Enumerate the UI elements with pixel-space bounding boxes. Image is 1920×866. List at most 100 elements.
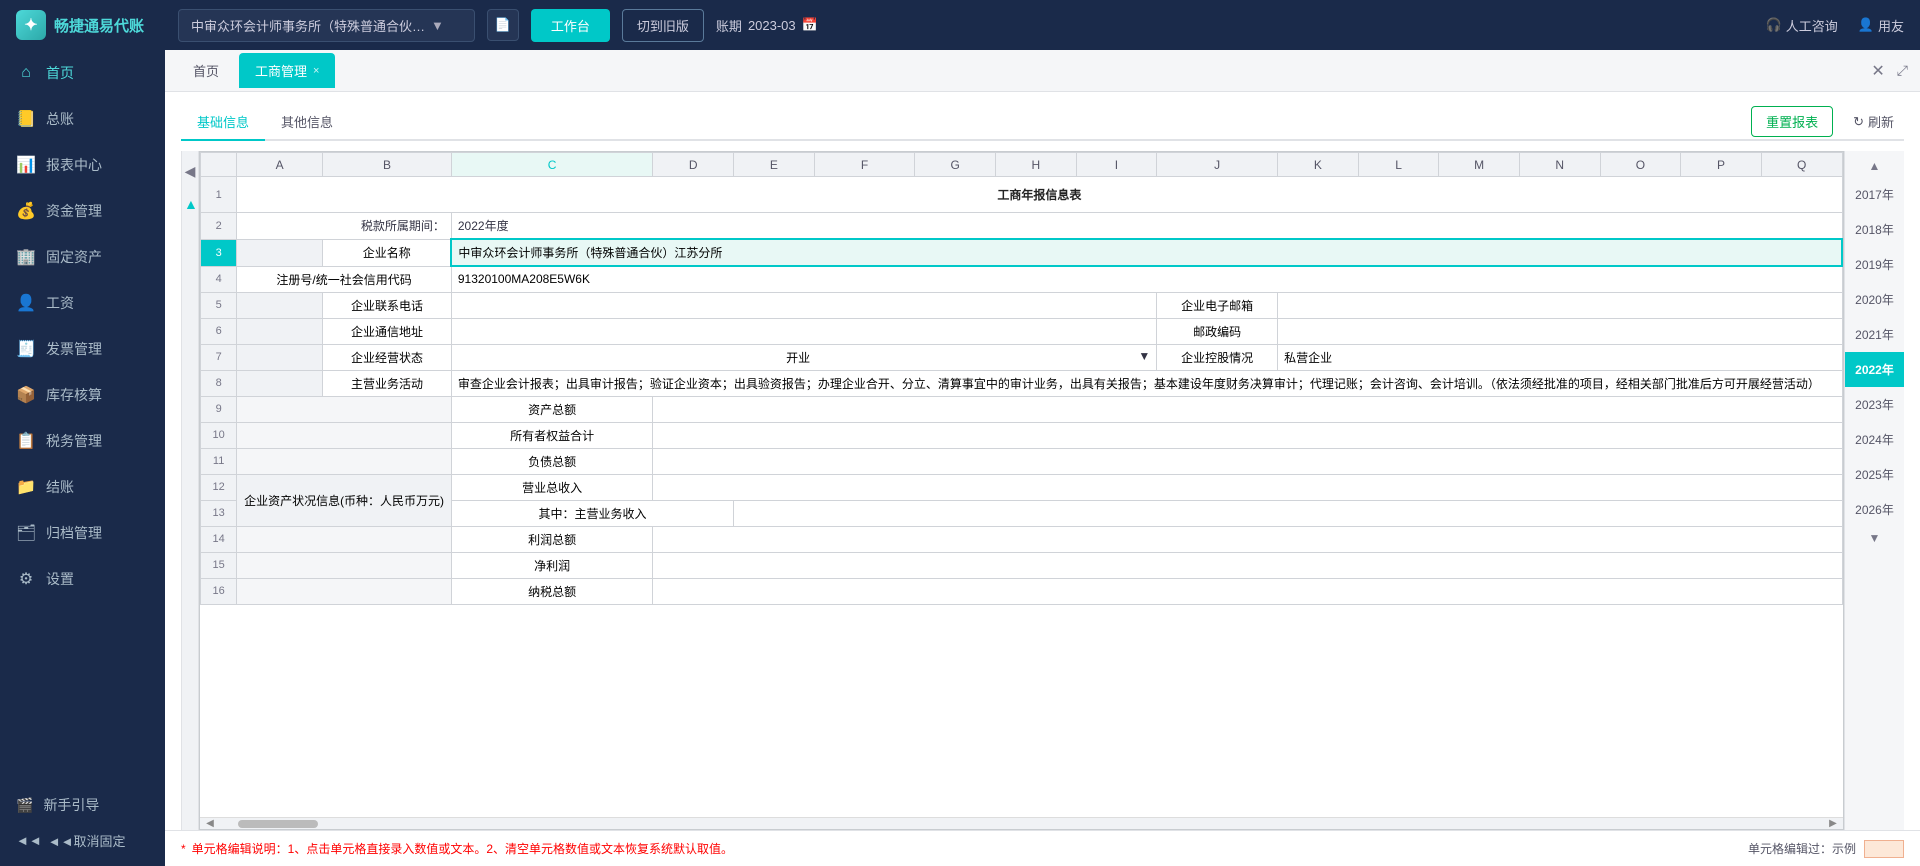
expand-right-icon[interactable]: ▲	[181, 192, 200, 216]
cell-11-ab[interactable]	[237, 448, 452, 474]
cell-5-j[interactable]: 企业电子邮箱	[1157, 292, 1278, 318]
cell-6-a[interactable]	[237, 318, 323, 344]
cell-4-ab[interactable]: 注册号/统一社会信用代码	[237, 266, 452, 292]
cell-3-a[interactable]	[237, 239, 323, 266]
cell-3-c[interactable]: 中审众环会计师事务所（特殊普通合伙）江苏分所	[451, 239, 1842, 266]
year-item-2023[interactable]: 2023年	[1845, 387, 1904, 422]
cell-7-j[interactable]: 企业控股情况	[1157, 344, 1278, 370]
switch-version-button[interactable]: 切到旧版	[622, 9, 704, 42]
sidebar-item-payroll[interactable]: 👤 工资	[0, 280, 165, 326]
cell-15-c[interactable]: 净利润	[451, 552, 653, 578]
scroll-left-arrow[interactable]: ◀	[202, 818, 218, 830]
col-header-i[interactable]: I	[1076, 153, 1157, 177]
col-header-m[interactable]: M	[1439, 153, 1520, 177]
col-header-d[interactable]: D	[653, 153, 734, 177]
subtab-other[interactable]: 其他信息	[265, 104, 349, 141]
year-item-2022[interactable]: 2022年	[1845, 352, 1904, 387]
cell-10-c[interactable]: 所有者权益合计	[451, 422, 653, 448]
cell-16-d[interactable]	[653, 578, 1842, 604]
pin-button[interactable]: ◄◄ ◄◄取消固定	[16, 825, 149, 856]
cell-4-c[interactable]: 91320100MA208E5W6K	[451, 266, 1842, 292]
cell-5-b[interactable]: 企业联系电话	[323, 292, 452, 318]
sidebar-item-inventory[interactable]: 📦 库存核算	[0, 372, 165, 418]
scroll-thumb[interactable]	[238, 820, 318, 828]
cell-9-ab[interactable]	[237, 396, 452, 422]
sidebar-item-closing[interactable]: 📁 结账	[0, 464, 165, 510]
year-item-2018[interactable]: 2018年	[1845, 212, 1904, 247]
scroll-right-arrow[interactable]: ▶	[1825, 818, 1841, 830]
cell-14-c[interactable]: 利润总额	[451, 526, 653, 552]
col-header-p[interactable]: P	[1681, 153, 1762, 177]
maximize-icon[interactable]: ⤢	[1897, 62, 1908, 79]
cell-9-d[interactable]	[653, 396, 1842, 422]
cell-15-ab[interactable]	[237, 552, 452, 578]
cell-9-c[interactable]: 资产总额	[451, 396, 653, 422]
sidebar-item-archive[interactable]: 🗂 归档管理	[0, 510, 165, 556]
cell-12-ab[interactable]: 企业资产状况信息(币种：人民币万元)	[237, 474, 452, 526]
sidebar-item-funds[interactable]: 💰 资金管理	[0, 188, 165, 234]
sheet-title-cell[interactable]: 工商年报信息表	[237, 177, 1842, 213]
col-header-k[interactable]: K	[1278, 153, 1359, 177]
calendar-icon[interactable]: 📅	[802, 17, 818, 33]
sidebar-item-invoice[interactable]: 🧾 发票管理	[0, 326, 165, 372]
year-nav-down[interactable]: ▼	[1845, 527, 1904, 549]
cell-13-e[interactable]	[734, 500, 1842, 526]
cell-11-d[interactable]	[653, 448, 1842, 474]
document-icon[interactable]: 📄	[487, 9, 519, 41]
year-item-2020[interactable]: 2020年	[1845, 282, 1904, 317]
cell-5-k[interactable]	[1278, 292, 1842, 318]
cell-14-ab[interactable]	[237, 526, 452, 552]
cell-10-ab[interactable]	[237, 422, 452, 448]
year-item-2026[interactable]: 2026年	[1845, 492, 1904, 527]
col-header-g[interactable]: G	[915, 153, 996, 177]
col-header-a[interactable]: A	[237, 153, 323, 177]
sidebar-item-home[interactable]: ⌂ 首页	[0, 50, 165, 96]
col-header-l[interactable]: L	[1358, 153, 1439, 177]
year-item-2017[interactable]: 2017年	[1845, 177, 1904, 212]
cell-14-d[interactable]	[653, 526, 1842, 552]
sidebar-item-general-ledger[interactable]: 📒 总账	[0, 96, 165, 142]
year-item-2019[interactable]: 2019年	[1845, 247, 1904, 282]
cell-2-c[interactable]: 2022年度	[451, 213, 1842, 240]
cell-11-c[interactable]: 负债总额	[451, 448, 653, 474]
cell-7-c[interactable]: 开业 ▼	[451, 344, 1156, 370]
cell-7-k[interactable]: 私营企业	[1278, 344, 1842, 370]
year-nav-up[interactable]: ▲	[1845, 155, 1904, 177]
sidebar-item-tax[interactable]: 📋 税务管理	[0, 418, 165, 464]
cell-16-ab[interactable]	[237, 578, 452, 604]
tab-home[interactable]: 首页	[177, 53, 235, 88]
horizontal-scrollbar[interactable]: ◀ ▶	[200, 817, 1843, 829]
cell-8-a[interactable]	[237, 370, 323, 396]
cell-12-d[interactable]	[653, 474, 1842, 500]
subtab-basic[interactable]: 基础信息	[181, 104, 265, 141]
col-header-c[interactable]: C	[451, 153, 653, 177]
refresh-button[interactable]: ↻ 刷新	[1843, 107, 1904, 136]
cell-16-c[interactable]: 纳税总额	[451, 578, 653, 604]
cell-8-b[interactable]: 主营业务活动	[323, 370, 452, 396]
cell-6-b[interactable]: 企业通信地址	[323, 318, 452, 344]
tab-close-icon[interactable]: ×	[313, 65, 319, 77]
reset-report-button[interactable]: 重置报表	[1751, 106, 1833, 137]
col-header-h[interactable]: H	[996, 153, 1077, 177]
sidebar-item-reports[interactable]: 📊 报表中心	[0, 142, 165, 188]
cell-8-c[interactable]: 审查企业会计报表；出具审计报告；验证企业资本；出具验资报告；办理企业合开、分立、…	[451, 370, 1842, 396]
collapse-right-icon[interactable]: ◀	[181, 159, 200, 184]
col-header-o[interactable]: O	[1600, 153, 1681, 177]
consult-button[interactable]: 🎧 人工咨询	[1766, 16, 1838, 35]
cell-15-d[interactable]	[653, 552, 1842, 578]
col-header-q[interactable]: Q	[1761, 153, 1842, 177]
cell-2-ab[interactable]: 税款所属期间：	[237, 213, 452, 240]
cell-10-d[interactable]	[653, 422, 1842, 448]
sidebar-item-fixed-assets[interactable]: 🏢 固定资产	[0, 234, 165, 280]
year-item-2024[interactable]: 2024年	[1845, 422, 1904, 457]
sidebar-item-settings[interactable]: ⚙ 设置	[0, 556, 165, 602]
cell-5-a[interactable]	[237, 292, 323, 318]
col-header-n[interactable]: N	[1519, 153, 1600, 177]
col-header-j[interactable]: J	[1157, 153, 1278, 177]
cell-6-c[interactable]	[451, 318, 1156, 344]
tab-business-mgmt[interactable]: 工商管理 ×	[239, 53, 335, 88]
col-header-e[interactable]: E	[734, 153, 815, 177]
cell-12-c[interactable]: 营业总收入	[451, 474, 653, 500]
company-selector[interactable]: 中审众环会计师事务所（特殊普通合伙… ▼	[178, 9, 475, 42]
col-header-b[interactable]: B	[323, 153, 452, 177]
